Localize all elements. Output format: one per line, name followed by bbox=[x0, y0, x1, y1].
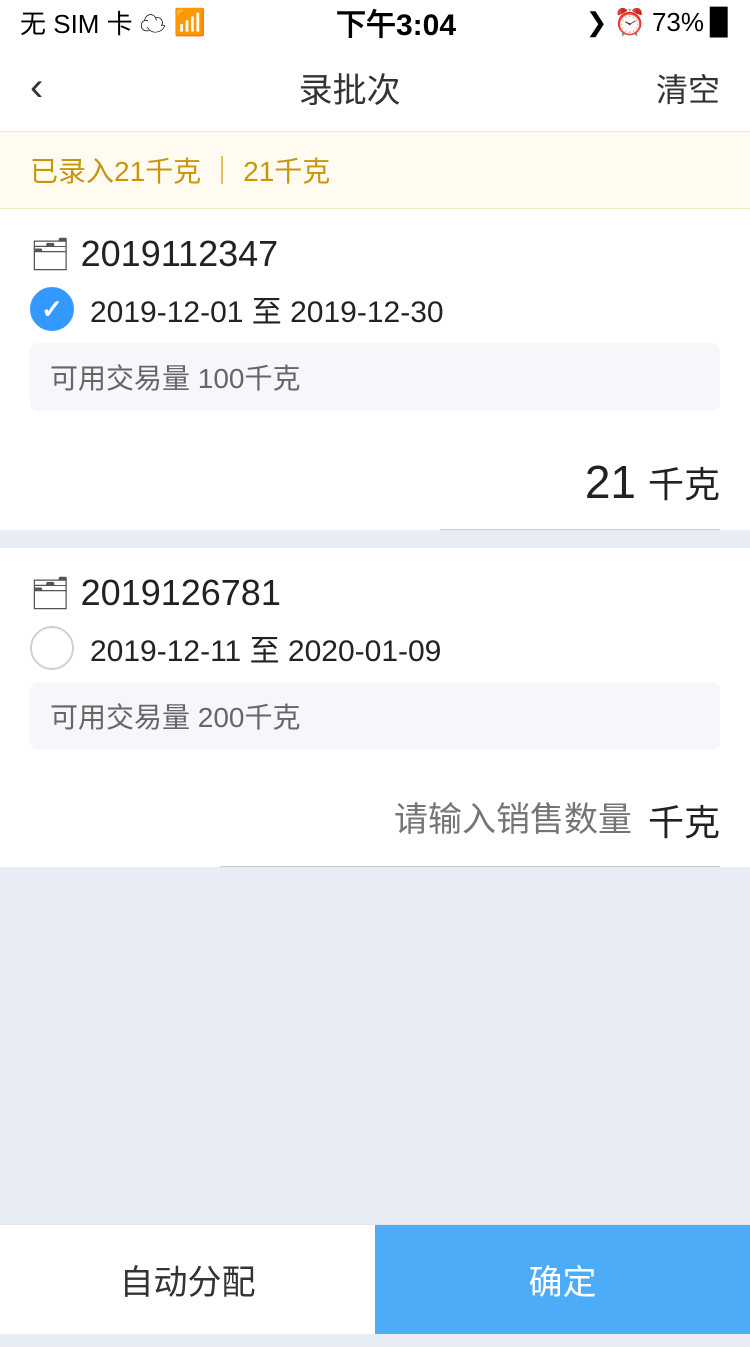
no-sim-label: 无 SIM 卡 ☁ bbox=[20, 4, 166, 41]
batch-section-1: 🗂 2019112347 ✓ 2019-12-01 至 2019-12-30 可… bbox=[0, 209, 750, 530]
status-bar-right: ❯ ⏰ 73% ▉ bbox=[586, 7, 730, 38]
batch-id-2: 2019126781 bbox=[81, 572, 281, 614]
page-title: 录批次 bbox=[299, 63, 401, 112]
radio-button-2[interactable] bbox=[30, 626, 74, 670]
check-icon-1: ✓ bbox=[41, 294, 63, 325]
batch-date-1: 2019-12-01 至 2019-12-30 bbox=[90, 287, 444, 331]
batch-icon-2: 🗂 bbox=[30, 574, 71, 612]
batch-date-2: 2019-12-11 至 2020-01-09 bbox=[90, 626, 441, 670]
input-unit-2: 千克 bbox=[648, 794, 720, 846]
batch-item-1: 🗂 2019112347 ✓ 2019-12-01 至 2019-12-30 可… bbox=[0, 209, 750, 439]
bottom-bar: 自动分配 确定 bbox=[0, 1224, 750, 1334]
clear-button[interactable]: 清空 bbox=[656, 65, 720, 111]
section-divider bbox=[0, 530, 750, 548]
summary-banner: 已录入21千克 21千克 bbox=[0, 132, 750, 209]
batch-avail-text-2: 可用交易量 200千克 bbox=[50, 702, 301, 733]
batch-date-row-1: ✓ 2019-12-01 至 2019-12-30 bbox=[30, 287, 720, 331]
amount-unit-1: 千克 bbox=[648, 456, 720, 508]
battery-icon: ▉ bbox=[710, 7, 730, 38]
batch-date-row-2: 2019-12-11 至 2020-01-09 bbox=[30, 626, 720, 670]
alarm-icon: ⏰ bbox=[614, 7, 646, 38]
amount-value-1: 21 bbox=[585, 455, 636, 509]
summary-divider bbox=[221, 156, 223, 184]
back-button[interactable]: ‹ bbox=[30, 65, 43, 110]
status-bar: 无 SIM 卡 ☁ 📶 下午3:04 ❯ ⏰ 73% ▉ bbox=[0, 0, 750, 44]
status-bar-time: 下午3:04 bbox=[336, 0, 456, 44]
auto-distribute-button[interactable]: 自动分配 bbox=[0, 1225, 375, 1334]
batch-icon-1: 🗂 bbox=[30, 235, 71, 273]
input-row-2: 千克 bbox=[0, 778, 750, 866]
wifi-icon: 📶 bbox=[174, 7, 206, 38]
status-bar-left: 无 SIM 卡 ☁ 📶 bbox=[20, 4, 206, 41]
recorded-label: 已录入21千克 bbox=[30, 150, 201, 190]
batch-item-2: 🗂 2019126781 2019-12-11 至 2020-01-09 可用交… bbox=[0, 548, 750, 778]
batch-avail-text-1: 可用交易量 100千克 bbox=[50, 363, 301, 394]
radio-button-1[interactable]: ✓ bbox=[30, 287, 74, 331]
batch-header-1: 🗂 2019112347 bbox=[30, 233, 720, 275]
batch-section-2: 🗂 2019126781 2019-12-11 至 2020-01-09 可用交… bbox=[0, 548, 750, 867]
location-icon: ❯ bbox=[586, 7, 608, 38]
batch-avail-box-2: 可用交易量 200千克 bbox=[30, 682, 720, 750]
batch-id-1: 2019112347 bbox=[81, 233, 279, 275]
qty-input-2[interactable] bbox=[252, 801, 632, 840]
batch-header-2: 🗂 2019126781 bbox=[30, 572, 720, 614]
battery-label: 73% bbox=[652, 7, 704, 38]
total-label: 21千克 bbox=[243, 150, 330, 190]
confirm-button[interactable]: 确定 bbox=[375, 1225, 750, 1334]
amount-row-1: 21 千克 bbox=[0, 439, 750, 529]
nav-bar: ‹ 录批次 清空 bbox=[0, 44, 750, 132]
batch-avail-box-1: 可用交易量 100千克 bbox=[30, 343, 720, 411]
